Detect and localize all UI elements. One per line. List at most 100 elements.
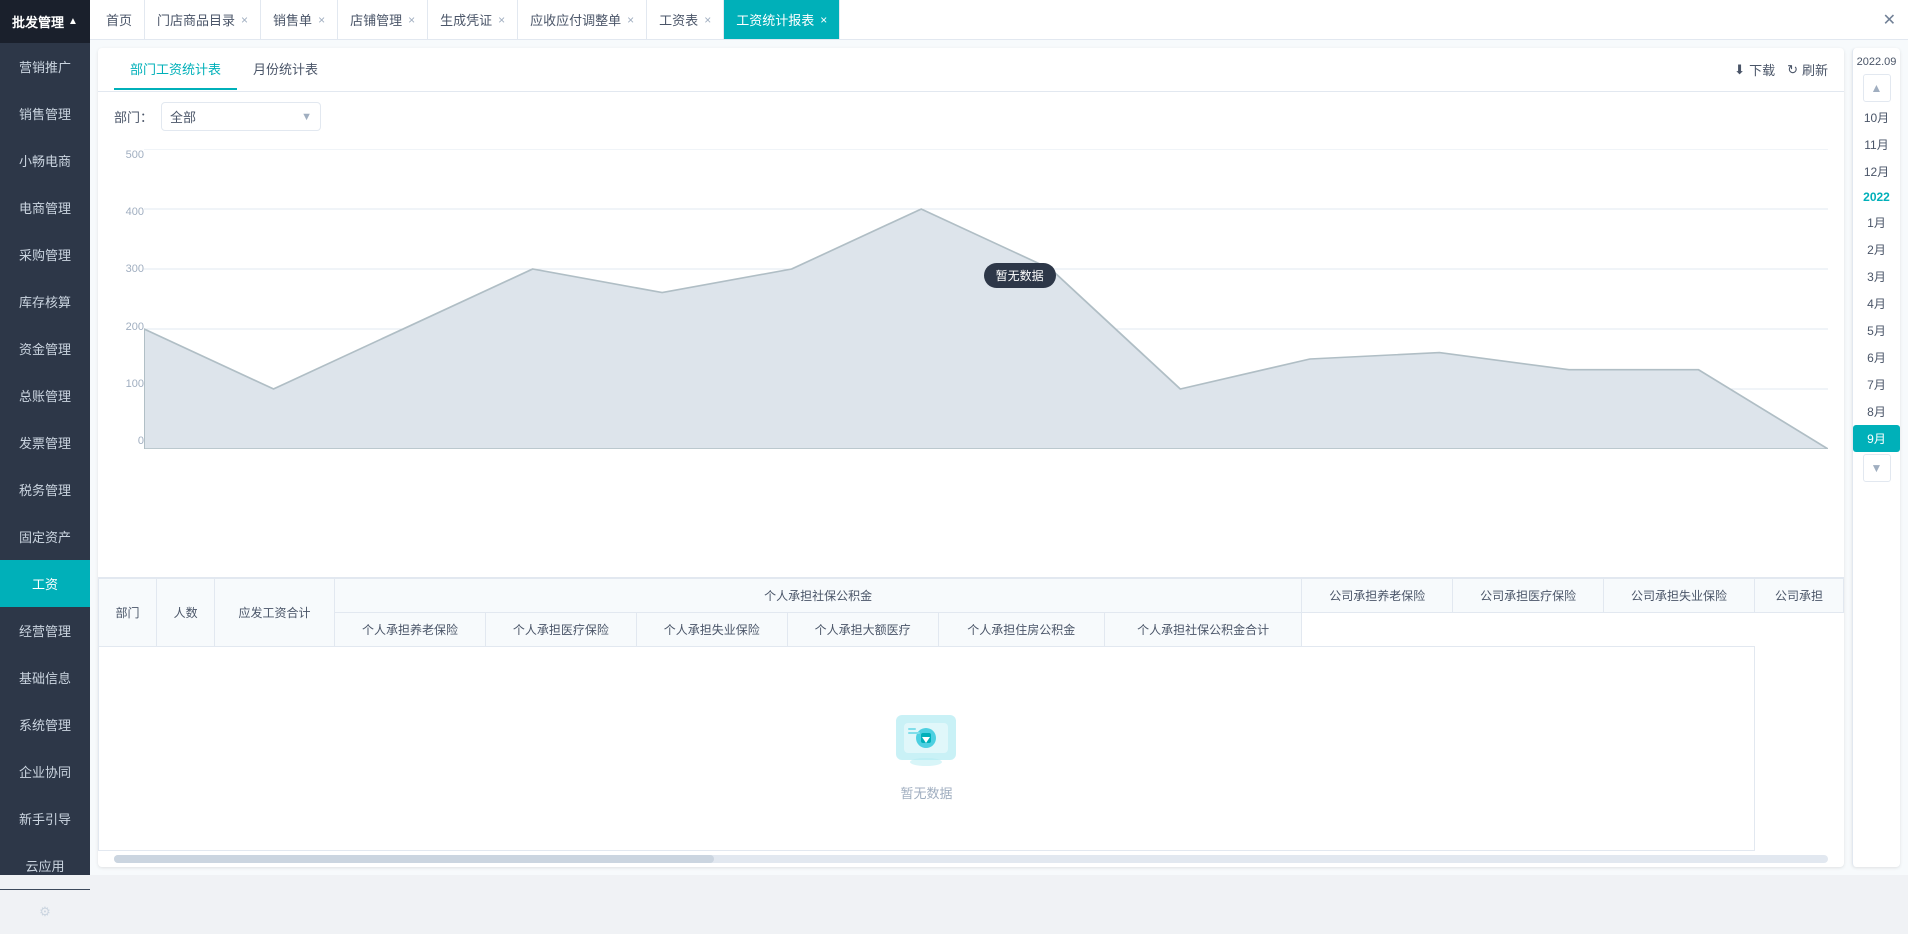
tab-store-mgmt[interactable]: 店铺管理× [338, 0, 428, 40]
right-panel-month-6月[interactable]: 6月 [1853, 344, 1900, 371]
right-panel-month-3月[interactable]: 3月 [1853, 263, 1900, 290]
th-personal-pension: 个人承担养老保险 [335, 613, 486, 647]
empty-text: 暂无数据 [900, 783, 952, 802]
sidebar-item-purchase[interactable]: 采购管理 [0, 231, 90, 278]
right-panel-month-2022[interactable]: 2022 [1853, 185, 1900, 209]
right-panel-month-4月[interactable]: 4月 [1853, 290, 1900, 317]
th-personal-major-medical: 个人承担大额医疗 [787, 613, 938, 647]
sidebar-item-sales[interactable]: 销售管理 [0, 90, 90, 137]
right-panel-month-10月[interactable]: 10月 [1853, 104, 1900, 131]
sidebar-arrow-icon: ▲ [68, 16, 78, 27]
sidebar-item-operations[interactable]: 经营管理 [0, 607, 90, 654]
chart-wrapper: 500 400 300 200 100 0 [114, 149, 1828, 449]
sidebar-item-invoice[interactable]: 发票管理 [0, 419, 90, 466]
tab-close-product-catalog[interactable]: × [241, 14, 248, 26]
th-company-unemployment: 公司承担失业保险 [1604, 579, 1755, 613]
tab-product-catalog[interactable]: 门店商品目录× [145, 0, 261, 40]
tab-label-salary-report: 工资统计报表 [736, 10, 814, 29]
chart-svg [144, 149, 1828, 449]
sidebar-header[interactable]: 批发管理 ▲ [0, 0, 90, 43]
sidebar-item-ledger[interactable]: 总账管理 [0, 372, 90, 419]
right-panel-months: 10月11月12月20221月2月3月4月5月6月7月8月9月 [1853, 104, 1900, 452]
tab-salary-table[interactable]: 工资表× [647, 0, 724, 40]
th-total-salary: 应发工资合计 [215, 579, 335, 647]
sidebar-item-basic[interactable]: 基础信息 [0, 654, 90, 701]
sidebar-item-cloud[interactable]: 云应用 [0, 842, 90, 889]
tab-close-sales-order[interactable]: × [318, 14, 325, 26]
dept-filter-label: 部门： [114, 107, 153, 126]
chart-area: 500 400 300 200 100 0 [98, 141, 1844, 577]
chart-svg-container: 暂无数据 [144, 149, 1828, 449]
sidebar-item-cooperation[interactable]: 企业协同 [0, 748, 90, 795]
tab-close-salary-table[interactable]: × [704, 14, 711, 26]
sidebar-item-assets[interactable]: 固定资产 [0, 513, 90, 560]
table-container: 部门 人数 应发工资合计 个人承担社保公积金 公司承担养老保险 公司承担医疗保险… [98, 577, 1844, 851]
content-area: 部门工资统计表 月份统计表 ⬇ 下载 ↻ 刷新 部门： [90, 40, 1908, 875]
tab-items: 首页门店商品目录×销售单×店铺管理×生成凭证×应收应付调整单×工资表×工资统计报… [94, 0, 1875, 40]
tab-sales-order[interactable]: 销售单× [261, 0, 338, 40]
right-panel-month-7月[interactable]: 7月 [1853, 371, 1900, 398]
tab-close-salary-report[interactable]: × [820, 14, 827, 26]
refresh-label: 刷新 [1802, 60, 1828, 79]
tab-close-produce-cert[interactable]: × [498, 14, 505, 26]
tab-month-stat[interactable]: 月份统计表 [237, 49, 334, 90]
tab-close-store-mgmt[interactable]: × [408, 14, 415, 26]
tab-dept-stat[interactable]: 部门工资统计表 [114, 49, 237, 90]
y-label-500: 500 [114, 149, 144, 161]
tab-salary-report[interactable]: 工资统计报表 × [724, 0, 840, 40]
h-scrollbar-thumb[interactable] [114, 855, 714, 863]
sidebar-item-system[interactable]: 系统管理 [0, 701, 90, 748]
refresh-button[interactable]: ↻ 刷新 [1787, 60, 1828, 79]
tab-close-receivable[interactable]: × [627, 14, 634, 26]
dept-filter-select[interactable]: 全部 ▼ [161, 102, 321, 131]
y-label-100: 100 [114, 378, 144, 390]
close-window-icon[interactable]: ✕ [1883, 10, 1896, 30]
tab-bar: 首页门店商品目录×销售单×店铺管理×生成凭证×应收应付调整单×工资表×工资统计报… [90, 0, 1908, 40]
sub-tab-bar: 部门工资统计表 月份统计表 ⬇ 下载 ↻ 刷新 [98, 48, 1844, 92]
sub-tab-actions: ⬇ 下载 ↻ 刷新 [1734, 60, 1828, 79]
download-button[interactable]: ⬇ 下载 [1734, 60, 1775, 79]
sidebar-title: 批发管理 [12, 12, 64, 31]
right-panel-month-9月[interactable]: 9月 [1853, 425, 1900, 452]
sidebar-item-salary[interactable]: 工资 [0, 560, 90, 607]
sidebar-item-ecommerce[interactable]: 电商管理 [0, 184, 90, 231]
th-personal-housing: 个人承担住房公积金 [938, 613, 1104, 647]
y-label-0: 0 [114, 435, 144, 447]
right-panel: 2022.09 ▲ 10月11月12月20221月2月3月4月5月6月7月8月9… [1852, 48, 1900, 867]
right-panel-month-8月[interactable]: 8月 [1853, 398, 1900, 425]
sidebar-item-guide[interactable]: 新手引导 [0, 795, 90, 842]
sidebar-item-tax[interactable]: 税务管理 [0, 466, 90, 513]
right-panel-date: 2022.09 [1855, 52, 1899, 72]
th-count: 人数 [157, 579, 215, 647]
main-area: 首页门店商品目录×销售单×店铺管理×生成凭证×应收应付调整单×工资表×工资统计报… [90, 0, 1908, 875]
sidebar-item-finance[interactable]: 资金管理 [0, 325, 90, 372]
right-panel-nav-down[interactable]: ▼ [1863, 454, 1891, 482]
tab-receivable[interactable]: 应收应付调整单× [518, 0, 647, 40]
right-panel-month-5月[interactable]: 5月 [1853, 317, 1900, 344]
right-panel-month-2月[interactable]: 2月 [1853, 236, 1900, 263]
empty-state: 暂无数据 [109, 655, 1744, 842]
right-panel-month-1月[interactable]: 1月 [1853, 209, 1900, 236]
chevron-down-icon: ▼ [301, 111, 312, 123]
table-empty-cell: 暂无数据 [99, 647, 1755, 851]
sidebar-items: 营销推广销售管理小畅电商电商管理采购管理库存核算资金管理总账管理发票管理税务管理… [0, 43, 90, 889]
th-personal-medical: 个人承担医疗保险 [485, 613, 636, 647]
download-icon: ⬇ [1734, 62, 1745, 78]
right-panel-month-12月[interactable]: 12月 [1853, 158, 1900, 185]
th-company-pension: 公司承担养老保险 [1302, 579, 1453, 613]
tab-produce-cert[interactable]: 生成凭证× [428, 0, 518, 40]
sidebar: 批发管理 ▲ 营销推广销售管理小畅电商电商管理采购管理库存核算资金管理总账管理发… [0, 0, 90, 875]
right-panel-month-11月[interactable]: 11月 [1853, 131, 1900, 158]
content-main: 部门工资统计表 月份统计表 ⬇ 下载 ↻ 刷新 部门： [98, 48, 1844, 867]
sidebar-item-marketing[interactable]: 营销推广 [0, 43, 90, 90]
download-label: 下载 [1749, 60, 1775, 79]
h-scrollbar[interactable] [114, 855, 1828, 863]
sidebar-item-inventory[interactable]: 库存核算 [0, 278, 90, 325]
refresh-icon: ↻ [1787, 62, 1798, 78]
right-panel-nav-up[interactable]: ▲ [1863, 74, 1891, 102]
sidebar-item-ecommerce-small[interactable]: 小畅电商 [0, 137, 90, 184]
th-personal-total: 个人承担社保公积金合计 [1104, 613, 1301, 647]
tab-home[interactable]: 首页 [94, 0, 145, 40]
y-label-200: 200 [114, 321, 144, 333]
sidebar-footer[interactable]: ⚙ [0, 889, 90, 934]
